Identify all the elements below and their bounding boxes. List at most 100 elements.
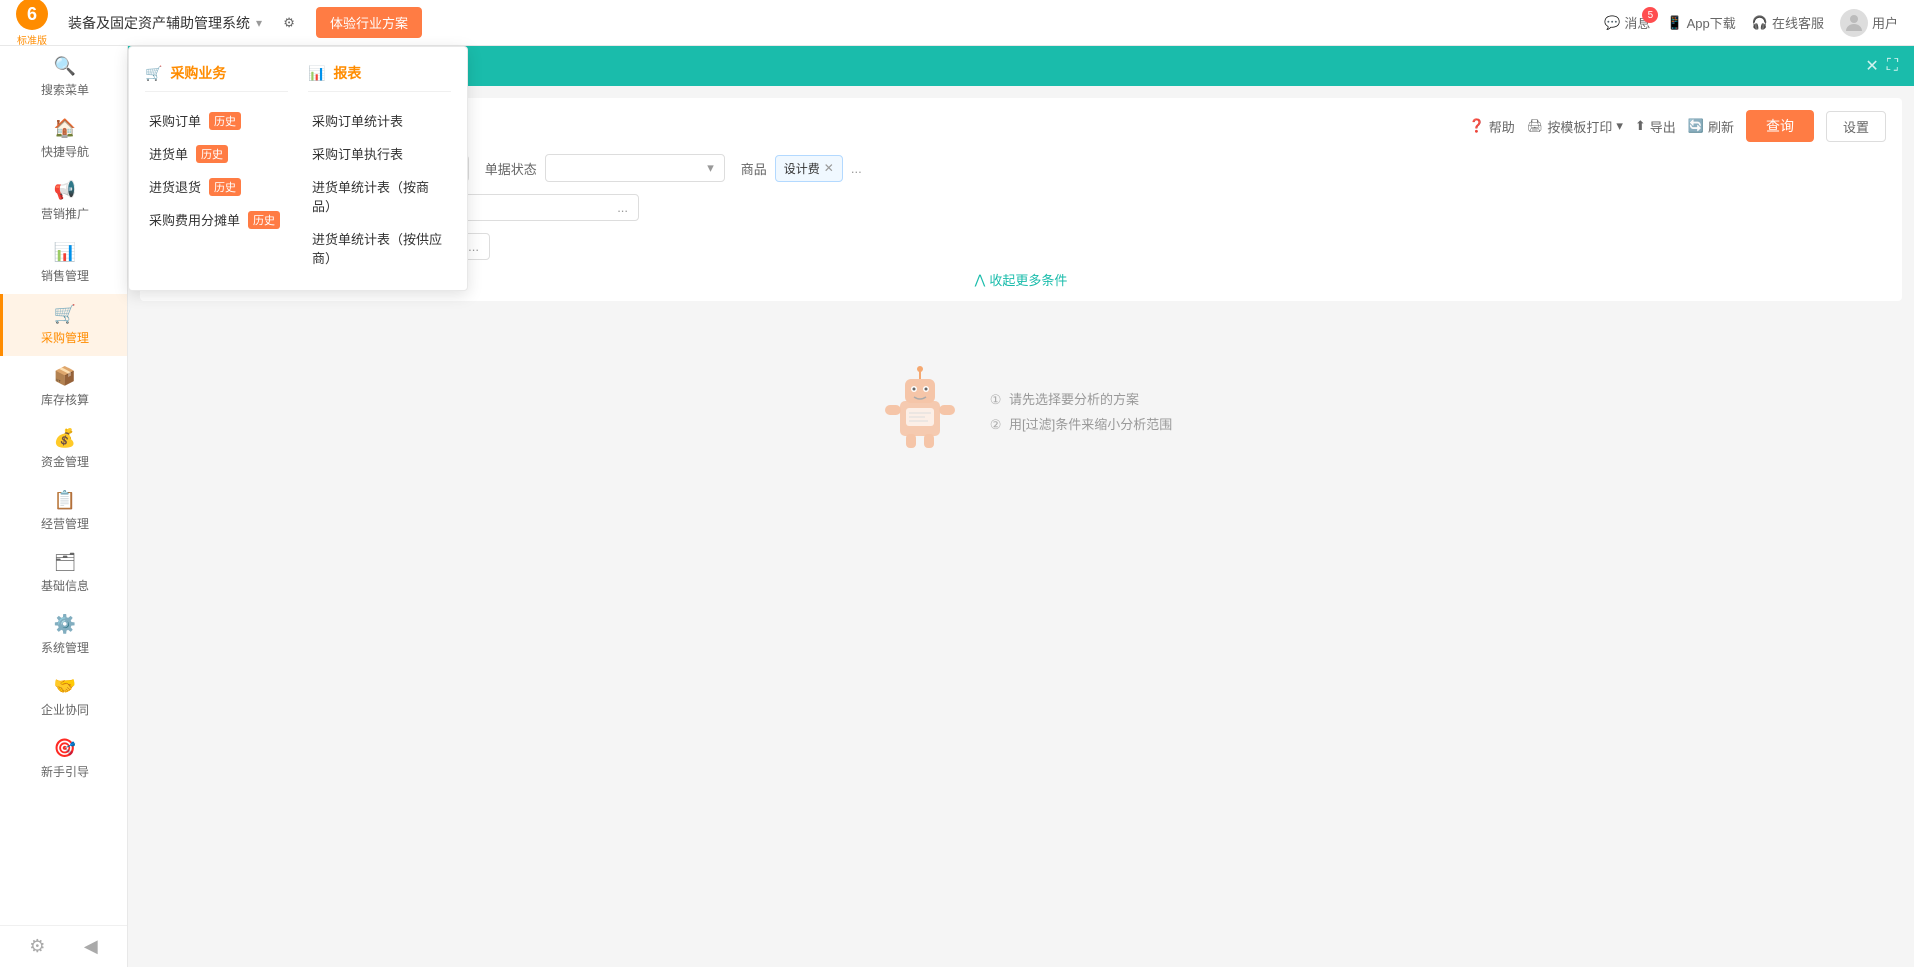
help-icon: ❓	[1469, 118, 1485, 134]
maximize-icon[interactable]: ⛶	[1887, 57, 1898, 75]
purchase-order-badge: 历史	[209, 112, 241, 130]
customer-more-dots[interactable]: ...	[468, 239, 479, 254]
goods-label: 商品	[741, 159, 767, 178]
marketing-icon: 📢	[54, 180, 76, 201]
sidebar-item-quicknav-label: 快捷导航	[41, 143, 89, 160]
purchase-section-icon: 🛒	[145, 65, 162, 82]
sidebar-item-base-label: 基础信息	[41, 577, 89, 594]
empty-state-area: ① 请先选择要分析的方案 ② 用[过滤]条件来缩小分析范围	[140, 361, 1902, 461]
inventory-icon: 📦	[54, 366, 76, 387]
enterprise-icon: 🤝	[54, 676, 76, 697]
notification-icon: 💬	[1604, 15, 1620, 31]
trial-button[interactable]: 体验行业方案	[316, 7, 422, 38]
menu-item-receipt-by-supplier[interactable]: 进货单统计表（按供应商）	[308, 222, 451, 274]
sidebar-item-finance[interactable]: 💰 资金管理	[0, 418, 127, 480]
logo-subtitle: 标准版	[17, 32, 47, 47]
order-status-filter-group: 单据状态 ▾	[485, 154, 725, 182]
finance-icon: 💰	[54, 428, 76, 449]
sidebar-item-purchase-label: 采购管理	[41, 329, 89, 346]
newguide-icon: 🎯	[54, 738, 76, 759]
base-icon: 🗂	[54, 552, 77, 573]
phone-icon: 📱	[1666, 15, 1682, 31]
sidebar-collapse-btn[interactable]: ◀	[84, 936, 98, 957]
goods-tag: 设计费 ✕	[775, 155, 843, 182]
settings-icon[interactable]: ⚙	[274, 8, 304, 38]
report-section-header: 📊 报表	[308, 63, 451, 92]
menu-item-purchase-order[interactable]: 采购订单 历史	[145, 104, 288, 137]
online-service-button[interactable]: 🎧 在线客服	[1752, 13, 1824, 32]
sidebar-item-newguide[interactable]: 🎯 新手引导	[0, 728, 127, 790]
menu-item-order-stats[interactable]: 采购订单统计表	[308, 104, 451, 137]
goods-filter-group: 商品 设计费 ✕ ...	[741, 155, 862, 182]
menu-item-purchase-expense[interactable]: 采购费用分摊单 历史	[145, 203, 288, 236]
top-right-area: 💬 5 消息 📱 App下载 🎧 在线客服 用户	[1604, 9, 1898, 37]
set-button[interactable]: 设置	[1826, 111, 1886, 142]
sidebar-item-system-label: 系统管理	[41, 639, 89, 656]
sidebar-item-operation-label: 经营管理	[41, 515, 89, 532]
username-label: 用户	[1872, 13, 1898, 32]
purchase-section-header: 🛒 采购业务	[145, 63, 288, 92]
sidebar-item-marketing-label: 营销推广	[41, 205, 89, 222]
print-icon: 🖨	[1527, 118, 1544, 134]
user-avatar	[1840, 9, 1868, 37]
app-download-button[interactable]: 📱 App下载	[1666, 13, 1735, 32]
sidebar-settings-btn[interactable]: ⚙	[29, 936, 45, 957]
sidebar-item-inventory[interactable]: 📦 库存核算	[0, 356, 127, 418]
purchase-icon: 🛒	[54, 304, 76, 325]
user-menu-button[interactable]: 用户	[1840, 9, 1898, 37]
tab-expand-btn[interactable]: ✕ ⛶	[1853, 56, 1914, 76]
refresh-icon: 🔄	[1688, 118, 1704, 134]
help-btn[interactable]: ❓ 帮助	[1469, 117, 1515, 136]
sales-icon: 📊	[54, 242, 76, 263]
report-section-icon: 📊	[308, 65, 325, 82]
logo-icon: 6	[16, 0, 48, 30]
sidebar-item-search-label: 搜索菜单	[41, 81, 89, 98]
purchase-business-section: 🛒 采购业务 采购订单 历史 进货单 历史 进货退货 历史 采购费用分摊单 历史	[145, 63, 288, 274]
menu-item-order-exec[interactable]: 采购订单执行表	[308, 137, 451, 170]
print-dropdown-icon[interactable]: ▾	[1616, 118, 1623, 134]
operation-icon: 📋	[54, 490, 76, 511]
sidebar-item-quicknav[interactable]: 🏠 快捷导航	[0, 108, 127, 170]
logo[interactable]: 6 标准版	[16, 0, 48, 47]
menu-item-receipt-by-goods[interactable]: 进货单统计表（按商品）	[308, 170, 451, 222]
system-icon: ⚙️	[54, 614, 76, 635]
sidebar: 🔍 搜索菜单 🏠 快捷导航 📢 营销推广 📊 销售管理 🛒 采购管理 📦	[0, 46, 128, 967]
sidebar-item-search[interactable]: 🔍 搜索菜单	[0, 46, 127, 108]
sidebar-item-newguide-label: 新手引导	[41, 763, 89, 780]
sidebar-item-enterprise[interactable]: 🤝 企业协同	[0, 666, 127, 728]
sidebar-item-enterprise-label: 企业协同	[41, 701, 89, 718]
system-dropdown-arrow[interactable]: ▾	[256, 16, 262, 30]
empty-state-text: ① 请先选择要分析的方案 ② 用[过滤]条件来缩小分析范围	[990, 389, 1173, 433]
notification-badge: 5	[1642, 7, 1658, 23]
export-icon: ⬆	[1635, 118, 1646, 134]
goods-more-dots[interactable]: ...	[851, 161, 862, 176]
sidebar-item-finance-label: 资金管理	[41, 453, 89, 470]
order-status-dropdown-icon: ▾	[707, 160, 714, 176]
goods-tag-close[interactable]: ✕	[824, 161, 834, 175]
notification-button[interactable]: 💬 5 消息	[1604, 13, 1650, 32]
sidebar-item-inventory-label: 库存核算	[41, 391, 89, 408]
purchase-report-section: 📊 报表 采购订单统计表 采购订单执行表 进货单统计表（按商品） 进货单统计表（…	[308, 63, 451, 274]
export-btn[interactable]: ⬆ 导出	[1635, 117, 1676, 136]
salesperson-more-dots[interactable]: ...	[617, 200, 628, 215]
expense-badge: 历史	[248, 211, 280, 229]
sidebar-item-marketing[interactable]: 📢 营销推广	[0, 170, 127, 232]
query-button[interactable]: 查询	[1746, 110, 1814, 142]
print-btn[interactable]: 🖨 按模板打印 ▾	[1527, 117, 1623, 136]
return-badge: 历史	[209, 178, 241, 196]
sidebar-item-system[interactable]: ⚙️ 系统管理	[0, 604, 127, 666]
sidebar-item-base[interactable]: 🗂 基础信息	[0, 542, 127, 604]
sidebar-item-sales[interactable]: 📊 销售管理	[0, 232, 127, 294]
receipt-badge: 历史	[196, 145, 228, 163]
menu-item-purchase-return[interactable]: 进货退货 历史	[145, 170, 288, 203]
sidebar-item-operation[interactable]: 📋 经营管理	[0, 480, 127, 542]
close-window-icon[interactable]: ✕	[1865, 56, 1878, 76]
order-status-select[interactable]: ▾	[545, 154, 725, 182]
empty-state-illustration	[870, 361, 970, 461]
salesperson-select[interactable]: ...	[459, 194, 639, 221]
sidebar-item-purchase[interactable]: 🛒 采购管理	[0, 294, 127, 356]
collapse-icon: ⋀	[975, 272, 986, 288]
sidebar-bottom: ⚙ ◀	[0, 925, 127, 967]
refresh-btn[interactable]: 🔄 刷新	[1688, 117, 1734, 136]
menu-item-purchase-receipt[interactable]: 进货单 历史	[145, 137, 288, 170]
